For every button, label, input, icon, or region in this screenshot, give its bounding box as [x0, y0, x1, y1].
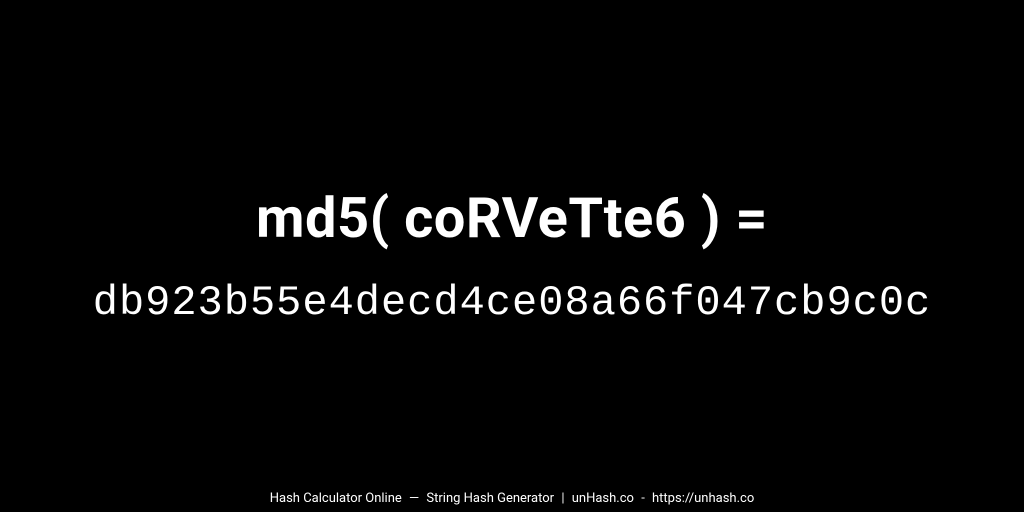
hash-output-value: db923b55e4decd4ce08a66f047cb9c0c	[93, 279, 932, 327]
footer-separator: -	[641, 491, 645, 506]
hash-function-suffix: ) =	[686, 185, 768, 251]
hash-input-string: coRVeTte6	[404, 185, 686, 251]
footer-brand: unHash.co	[572, 491, 634, 506]
hash-function-prefix: md5(	[256, 185, 404, 251]
footer-separator: —	[409, 491, 419, 506]
footer-bar: Hash Calculator Online — String Hash Gen…	[0, 485, 1024, 512]
footer-url: https://unhash.co	[652, 491, 754, 506]
footer-separator: |	[561, 491, 564, 506]
footer-subtitle: String Hash Generator	[426, 491, 554, 506]
hash-expression: md5( coRVeTte6 ) =	[256, 185, 768, 251]
hash-display-container: md5( coRVeTte6 ) = db923b55e4decd4ce08a6…	[93, 0, 932, 512]
footer-title: Hash Calculator Online	[270, 491, 402, 506]
